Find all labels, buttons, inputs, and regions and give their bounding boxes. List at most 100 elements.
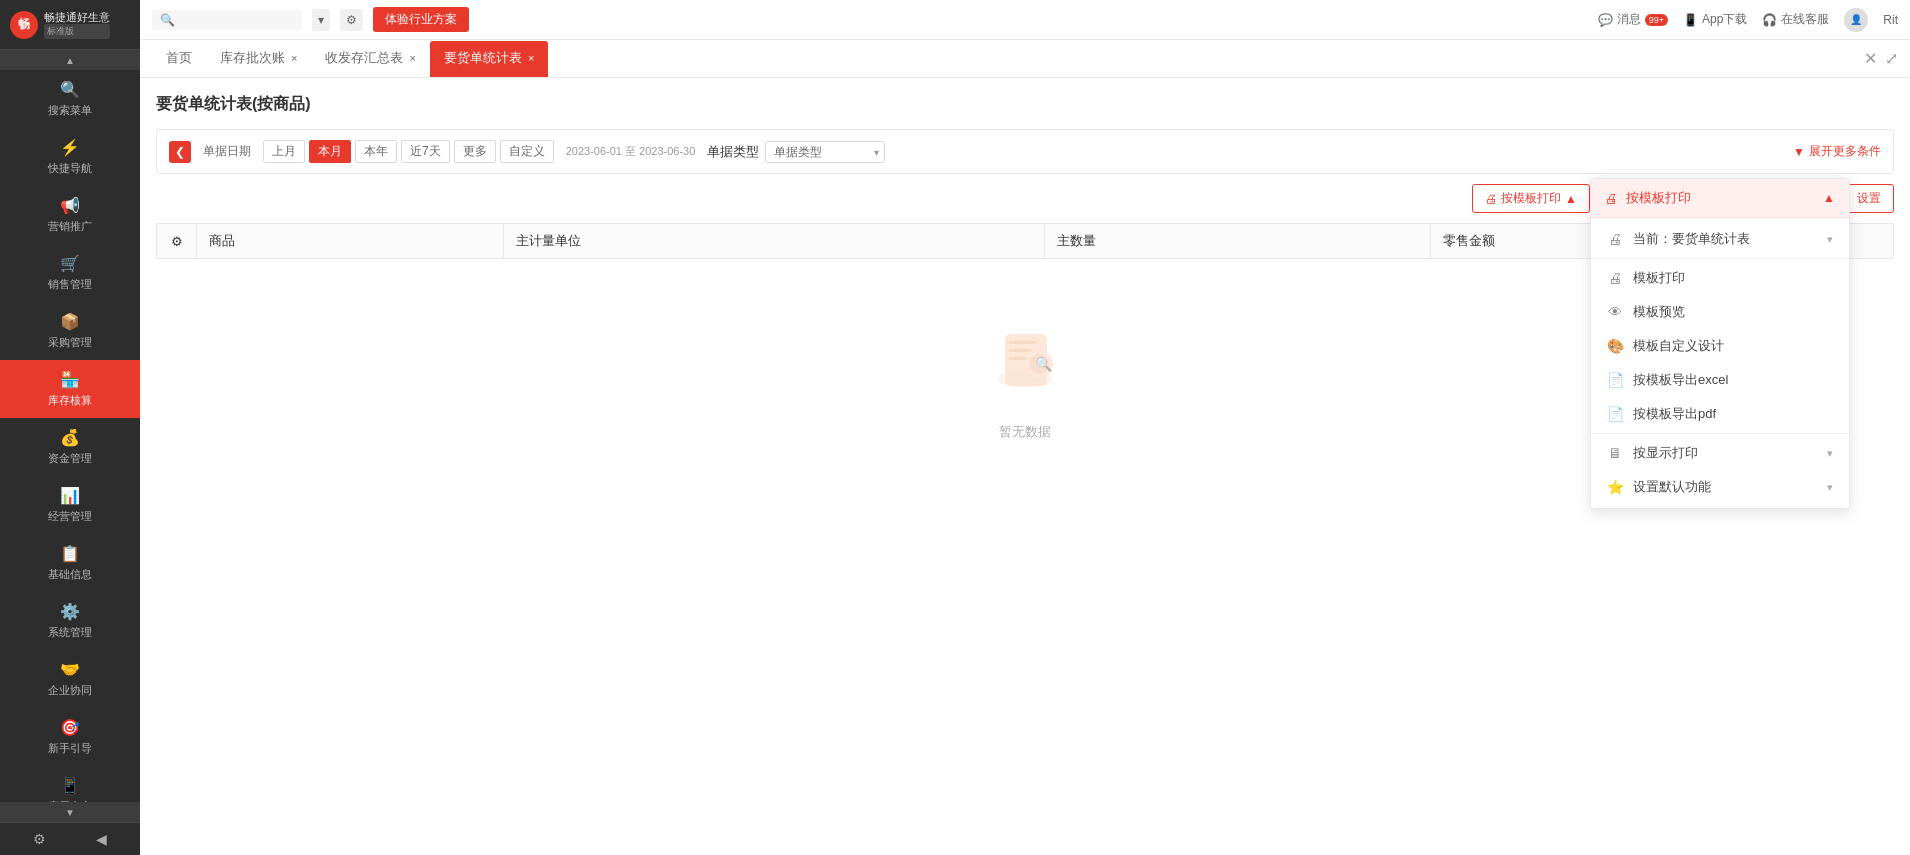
sidebar-scroll-up[interactable]: ▲ <box>0 50 140 70</box>
sidebar-bottom: ⚙ ◀ <box>0 822 140 855</box>
tab-inventory-batch[interactable]: 库存批次账 × <box>206 41 311 77</box>
basic-icon: 📋 <box>60 544 80 563</box>
dropdown-current-template[interactable]: 🖨 当前：要货单统计表 ▾ <box>1591 222 1849 256</box>
sidebar-item-label: 经营管理 <box>48 509 92 524</box>
enterprise-icon: 🤝 <box>60 660 80 679</box>
dropdown-item-display-print[interactable]: 🖥 按显示打印 ▾ <box>1591 436 1849 470</box>
print-icon: 🖨 <box>1485 192 1497 206</box>
sidebar-scroll-down[interactable]: ▼ <box>0 802 140 822</box>
template-custom-icon: 🎨 <box>1607 338 1623 354</box>
trial-btn[interactable]: 体验行业方案 <box>373 7 469 32</box>
empty-text: 暂无数据 <box>999 423 1051 441</box>
tab-actions: ✕ ⤢ <box>1864 49 1898 68</box>
date-btn-custom[interactable]: 自定义 <box>500 140 554 163</box>
app-logo: 畅 畅捷通好生意 标准版 <box>0 0 140 50</box>
filter-row-1: ❮ 单据日期 上月 本月 本年 近7天 更多 自定义 2023-06-01 至 … <box>169 140 1881 163</box>
marketing-icon: 📢 <box>60 196 80 215</box>
dropdown-item-export-excel[interactable]: 📄 按模板导出excel <box>1591 363 1849 397</box>
dropdown-item-template-print[interactable]: 🖨 模板打印 <box>1591 261 1849 295</box>
print-btn-label: 按模板打印 <box>1501 190 1561 207</box>
sidebar-item-label: 营销推广 <box>48 219 92 234</box>
order-type-select[interactable]: 单据类型 <box>765 141 885 163</box>
sidebar-item-enterprise[interactable]: 🤝 企业协同 <box>0 650 140 708</box>
operation-icon: 📊 <box>60 486 80 505</box>
tab-receivables[interactable]: 收发存汇总表 × <box>311 41 429 77</box>
sidebar-item-inventory[interactable]: 🏪 库存核算 <box>0 360 140 418</box>
template-preview-label: 模板预览 <box>1633 303 1833 321</box>
header-search-icon: 🔍 <box>160 13 175 27</box>
user-name: Rit <box>1883 13 1898 27</box>
dropdown-header: 🖨 按模板打印 ▲ <box>1591 179 1849 218</box>
col-settings: ⚙ <box>157 224 197 259</box>
tab-order-stats[interactable]: 要货单统计表 × <box>430 41 548 77</box>
sidebar-item-basic[interactable]: 📋 基础信息 <box>0 534 140 592</box>
filter-expand-btn[interactable]: ▼ 展开更多条件 <box>1793 143 1881 160</box>
message-btn[interactable]: 💬 消息 99+ <box>1598 11 1668 28</box>
sidebar-item-quick[interactable]: ⚡ 快捷导航 <box>0 128 140 186</box>
filter-toggle-btn[interactable]: ❮ <box>169 141 191 163</box>
sidebar-item-label: 资金管理 <box>48 451 92 466</box>
date-btn-7days[interactable]: 近7天 <box>401 140 450 163</box>
tab-close-order-stats[interactable]: × <box>528 52 534 64</box>
header-settings-btn[interactable]: ⚙ <box>340 9 363 31</box>
export-pdf-icon: 📄 <box>1607 406 1623 422</box>
sidebar-item-guide[interactable]: 🎯 新手引导 <box>0 708 140 766</box>
print-btn-wrapper: 🖨 按模板打印 ▲ <box>1472 184 1590 213</box>
empty-icon: 🔍 <box>985 319 1065 413</box>
col-settings-icon[interactable]: ⚙ <box>171 234 183 249</box>
date-btn-last-month[interactable]: 上月 <box>263 140 305 163</box>
header-search-box: 🔍 <box>152 10 302 30</box>
date-btn-this-month[interactable]: 本月 <box>309 140 351 163</box>
dropdown-close-btn[interactable]: ▲ <box>1823 191 1835 205</box>
sidebar-item-appstore[interactable]: 📱 应用中心 <box>0 766 140 802</box>
set-default-icon: ⭐ <box>1607 479 1623 495</box>
user-avatar[interactable]: 👤 <box>1844 8 1868 32</box>
sidebar-item-marketing[interactable]: 📢 营销推广 <box>0 186 140 244</box>
sidebar-item-search[interactable]: 🔍 搜索菜单 <box>0 70 140 128</box>
dropdown-item-set-default[interactable]: ⭐ 设置默认功能 ▾ <box>1591 470 1849 504</box>
tab-close-all-btn[interactable]: ✕ <box>1864 49 1877 68</box>
message-icon: 💬 <box>1598 13 1613 27</box>
sidebar-item-label: 基础信息 <box>48 567 92 582</box>
tab-expand-btn[interactable]: ⤢ <box>1885 49 1898 68</box>
dropdown-item-template-preview[interactable]: 👁 模板预览 <box>1591 295 1849 329</box>
app-download-btn[interactable]: 📱 App下载 <box>1683 11 1747 28</box>
dropdown-item-export-pdf[interactable]: 📄 按模板导出pdf <box>1591 397 1849 431</box>
app-download-label: App下载 <box>1702 11 1747 28</box>
tab-label: 收发存汇总表 <box>325 49 403 67</box>
template-print-label: 模板打印 <box>1633 269 1833 287</box>
header-actions: 💬 消息 99+ 📱 App下载 🎧 在线客服 👤 Rit <box>1598 8 1898 32</box>
guide-icon: 🎯 <box>60 718 80 737</box>
sidebar-item-operation[interactable]: 📊 经营管理 <box>0 476 140 534</box>
finance-icon: 💰 <box>60 428 80 447</box>
print-template-btn[interactable]: 🖨 按模板打印 ▲ <box>1472 184 1590 213</box>
sidebar-item-purchase[interactable]: 📦 采购管理 <box>0 302 140 360</box>
tab-close-receivables[interactable]: × <box>409 52 415 64</box>
collapse-button[interactable]: ◀ <box>96 831 107 847</box>
main-content: 🔍 ▾ ⚙ 体验行业方案 💬 消息 99+ 📱 App下载 🎧 在线客服 👤 <box>140 0 1910 855</box>
tab-home[interactable]: 首页 <box>152 41 206 77</box>
online-service-btn[interactable]: 🎧 在线客服 <box>1762 11 1829 28</box>
col-quantity: 主数量 <box>1045 224 1430 259</box>
sidebar-item-system[interactable]: ⚙️ 系统管理 <box>0 592 140 650</box>
sidebar-item-sales[interactable]: 🛒 销售管理 <box>0 244 140 302</box>
settings-table-btn[interactable]: 设置 <box>1844 184 1894 213</box>
dropdown-item-template-custom[interactable]: 🎨 模板自定义设计 <box>1591 329 1849 363</box>
export-pdf-label: 按模板导出pdf <box>1633 405 1833 423</box>
date-btn-more[interactable]: 更多 <box>454 140 496 163</box>
date-btn-this-year[interactable]: 本年 <box>355 140 397 163</box>
header-dropdown-btn[interactable]: ▾ <box>312 9 330 31</box>
search-icon: 🔍 <box>60 80 80 99</box>
dropdown-section: 🖨 当前：要货单统计表 ▾ 🖨 模板打印 👁 模板预览 🎨 模板自定义设计 <box>1591 218 1849 508</box>
template-custom-label: 模板自定义设计 <box>1633 337 1833 355</box>
sidebar-item-finance[interactable]: 💰 资金管理 <box>0 418 140 476</box>
current-template-arrow: ▾ <box>1827 233 1833 246</box>
tab-close-inventory-batch[interactable]: × <box>291 52 297 64</box>
export-excel-label: 按模板导出excel <box>1633 371 1833 389</box>
print-dropdown: 🖨 按模板打印 ▲ 🖨 当前：要货单统计表 ▾ 🖨 模板打印 <box>1590 178 1850 509</box>
system-icon: ⚙️ <box>60 602 80 621</box>
settings-label: 设置 <box>1857 190 1881 207</box>
tab-home-label: 首页 <box>166 49 192 67</box>
sidebar-item-label: 销售管理 <box>48 277 92 292</box>
settings-button[interactable]: ⚙ <box>33 831 46 847</box>
